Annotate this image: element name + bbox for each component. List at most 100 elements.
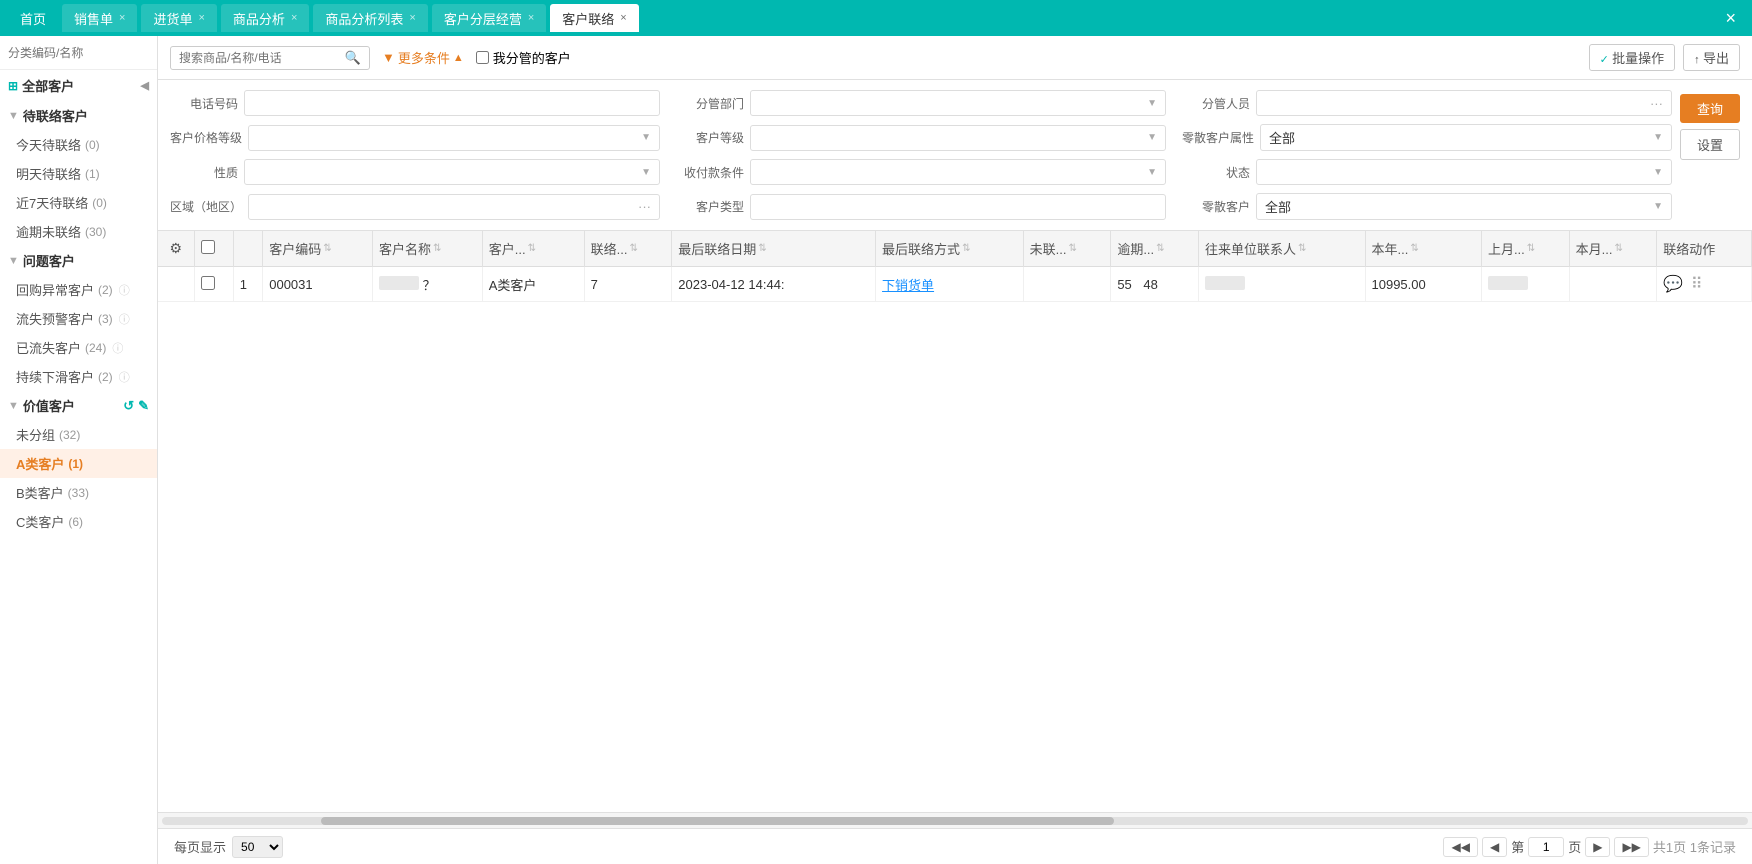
batch-op-button[interactable]: ✓ 批量操作	[1589, 44, 1676, 71]
nav-tab-purchase[interactable]: 进货单 ×	[141, 4, 216, 32]
th-contact[interactable]: 联络... ⇅	[584, 231, 672, 267]
sidebar-item-churn-warning[interactable]: 流失预警客户 (3) ⓘ	[0, 304, 157, 333]
name-placeholder	[379, 276, 419, 290]
close-sales-tab[interactable]: ×	[119, 12, 125, 24]
region-input[interactable]: ···	[248, 194, 660, 220]
sidebar-item-tomorrow-pending[interactable]: 明天待联络 (1)	[0, 159, 157, 188]
my-customers-checkbox-label[interactable]: 我分管的客户	[476, 48, 571, 67]
th-name[interactable]: 客户名称 ⇅	[372, 231, 482, 267]
close-purchase-tab[interactable]: ×	[198, 12, 204, 24]
prev-page-btn[interactable]: ◀	[1482, 837, 1507, 857]
close-customer-segment-tab[interactable]: ×	[528, 12, 534, 24]
sidebar-item-7day-pending[interactable]: 近7天待联络 (0)	[0, 188, 157, 217]
chat-action-icon[interactable]: 💬	[1663, 276, 1683, 293]
sidebar-item-repurchase-abnormal[interactable]: 回购异常客户 (2) ⓘ	[0, 275, 157, 304]
unit-contact-sort-icon: ⇅	[1298, 243, 1306, 254]
overdue-pending-label: 逾期未联络	[16, 222, 81, 241]
setting-button[interactable]: 设置	[1680, 129, 1740, 160]
th-this-year[interactable]: 本年... ⇅	[1365, 231, 1481, 267]
retail-attr-dropdown[interactable]: 全部▼	[1260, 124, 1672, 151]
page-label: 第	[1511, 837, 1524, 856]
sidebar-item-c-class[interactable]: C类客户 (6)	[0, 507, 157, 536]
th-settings[interactable]: ⚙	[158, 231, 194, 267]
th-never-contact[interactable]: 未联... ⇅	[1023, 231, 1111, 267]
payment-dropdown[interactable]: ▼	[750, 159, 1166, 185]
customer-type-input[interactable]	[750, 194, 1166, 220]
nature-dropdown[interactable]: ▼	[244, 159, 660, 185]
sidebar-item-declining[interactable]: 持续下滑客户 (2) ⓘ	[0, 362, 157, 391]
page-number-input[interactable]	[1528, 837, 1564, 857]
last-method-link[interactable]: 下销货单	[882, 278, 934, 293]
search-input[interactable]	[179, 51, 341, 65]
th-last-date[interactable]: 最后联络日期 ⇅	[672, 231, 876, 267]
sidebar-search-input[interactable]	[8, 46, 158, 60]
th-overdue[interactable]: 逾期... ⇅	[1111, 231, 1199, 267]
nav-tab-customer-segment[interactable]: 客户分层经营 ×	[432, 4, 546, 32]
sidebar-item-overdue-pending[interactable]: 逾期未联络 (30)	[0, 217, 157, 246]
next-page-btn[interactable]: ▶	[1585, 837, 1610, 857]
row-checkbox[interactable]	[201, 276, 215, 290]
phone-input[interactable]	[244, 90, 660, 116]
edit-icon[interactable]: ✎	[138, 398, 149, 414]
th-unit-contact[interactable]: 往来单位联系人 ⇅	[1198, 231, 1365, 267]
7day-pending-label: 近7天待联络	[16, 193, 88, 212]
close-customer-contact-tab[interactable]: ×	[620, 12, 626, 24]
export-button[interactable]: ↑ 导出	[1683, 44, 1740, 71]
nav-tab-goods-analysis-list[interactable]: 商品分析列表 ×	[313, 4, 427, 32]
overdue-value: 55	[1117, 277, 1131, 292]
per-page-select[interactable]: 50 100 200	[232, 836, 283, 858]
retail-customer-dropdown[interactable]: 全部▼	[1256, 193, 1672, 220]
td-num: 1	[233, 267, 262, 302]
close-goods-analysis-tab[interactable]: ×	[291, 12, 297, 24]
total-info: 共1页 1条记录	[1653, 837, 1736, 856]
close-goods-analysis-list-tab[interactable]: ×	[409, 12, 415, 24]
nav-tab-goods-analysis[interactable]: 商品分析 ×	[221, 4, 309, 32]
scroll-track[interactable]	[162, 817, 1748, 825]
sidebar-item-a-class[interactable]: A类客户 (1)	[0, 449, 157, 478]
select-all-checkbox[interactable]	[201, 240, 215, 254]
nav-tab-sales[interactable]: 销售单 ×	[62, 4, 137, 32]
customer-type-label: 客户类型	[676, 198, 744, 215]
filter-customer-level: 客户等级 ▼	[676, 124, 1166, 151]
sidebar-item-unclassified[interactable]: 未分组 (32)	[0, 420, 157, 449]
close-all-tabs[interactable]: ×	[1717, 8, 1744, 29]
tomorrow-pending-label: 明天待联络	[16, 164, 81, 183]
th-code[interactable]: 客户编码 ⇅	[263, 231, 373, 267]
th-last-month[interactable]: 上月... ⇅	[1481, 231, 1569, 267]
th-last-method[interactable]: 最后联络方式 ⇅	[876, 231, 1024, 267]
settings-gear-icon[interactable]: ⚙	[169, 240, 182, 256]
qr-action-icon[interactable]: ⠿	[1691, 276, 1703, 293]
th-this-month[interactable]: 本月... ⇅	[1569, 231, 1657, 267]
price-level-dropdown[interactable]: ▼	[248, 125, 660, 151]
query-button[interactable]: 查询	[1680, 94, 1740, 123]
sidebar-item-b-class[interactable]: B类客户 (33)	[0, 478, 157, 507]
filter-phone: 电话号码	[170, 90, 660, 116]
my-customers-checkbox[interactable]	[476, 51, 489, 64]
sidebar-item-churned[interactable]: 已流失客户 (24) ⓘ	[0, 333, 157, 362]
last-page-btn[interactable]: ▶▶	[1614, 837, 1648, 857]
scroll-thumb[interactable]	[321, 817, 1114, 825]
refresh-icon[interactable]: ↺	[123, 398, 134, 414]
th-checkbox	[194, 231, 233, 267]
th-category[interactable]: 客户... ⇅	[482, 231, 584, 267]
filter-nature: 性质 ▼	[170, 159, 660, 185]
status-dropdown[interactable]: ▼	[1256, 159, 1672, 185]
horizontal-scrollbar[interactable]	[158, 812, 1752, 828]
filter-manager: 分管人员 ···	[1182, 90, 1672, 116]
more-filters-btn[interactable]: ▼ 更多条件 ▲	[382, 48, 464, 67]
sidebar-item-today-pending[interactable]: 今天待联络 (0)	[0, 130, 157, 159]
customer-level-dropdown[interactable]: ▼	[750, 125, 1166, 151]
nav-tab-home[interactable]: 首页	[8, 4, 58, 32]
name-sort-icon: ⇅	[433, 243, 441, 254]
all-customers-header[interactable]: ⊞ 全部客户 ◀	[0, 70, 157, 101]
per-page-area: 每页显示 50 100 200	[174, 836, 283, 858]
first-page-btn[interactable]: ◀◀	[1443, 837, 1477, 857]
search-icon[interactable]: 🔍	[345, 50, 361, 66]
nav-tab-customer-contact[interactable]: 客户联络 ×	[550, 4, 638, 32]
th-last-date-label: 最后联络日期	[678, 239, 756, 258]
dept-dropdown[interactable]: ▼	[750, 90, 1166, 116]
goods-analysis-tab-label: 商品分析	[233, 9, 285, 28]
manager-input[interactable]: ···	[1256, 90, 1672, 116]
td-last-month	[1481, 267, 1569, 302]
sidebar-collapse-btn[interactable]: ◀	[141, 79, 149, 92]
